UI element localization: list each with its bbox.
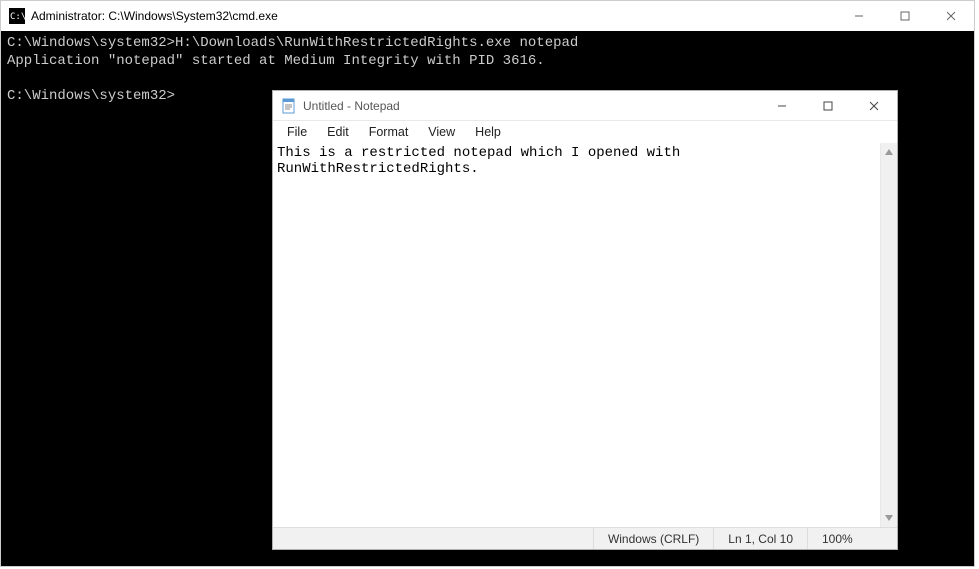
notepad-vertical-scrollbar[interactable] (880, 143, 897, 527)
scroll-up-icon[interactable] (885, 145, 893, 159)
menu-file[interactable]: File (277, 123, 317, 141)
cmd-window-title: Administrator: C:\Windows\System32\cmd.e… (31, 9, 836, 23)
notepad-menubar: File Edit Format View Help (273, 121, 897, 143)
notepad-statusbar: Windows (CRLF) Ln 1, Col 10 100% (273, 527, 897, 549)
notepad-window-title: Untitled - Notepad (303, 99, 759, 113)
notepad-minimize-button[interactable] (759, 91, 805, 120)
status-zoom: 100% (807, 528, 897, 549)
menu-format[interactable]: Format (359, 123, 419, 141)
cmd-close-button[interactable] (928, 1, 974, 31)
notepad-titlebar[interactable]: Untitled - Notepad (273, 91, 897, 121)
menu-view[interactable]: View (418, 123, 465, 141)
notepad-window: Untitled - Notepad File Edit Format View… (272, 90, 898, 550)
notepad-close-button[interactable] (851, 91, 897, 120)
cmd-titlebar[interactable]: C:\ Administrator: C:\Windows\System32\c… (1, 1, 974, 31)
notepad-editor-wrap: This is a restricted notepad which I ope… (273, 143, 897, 527)
status-encoding: Windows (CRLF) (593, 528, 713, 549)
cmd-icon: C:\ (9, 8, 25, 24)
svg-text:C:\: C:\ (10, 12, 25, 22)
cmd-minimize-button[interactable] (836, 1, 882, 31)
statusbar-spacer (273, 528, 593, 549)
cmd-output-line: Application "notepad" started at Medium … (7, 53, 545, 69)
cmd-output-line: C:\Windows\system32>H:\Downloads\RunWith… (7, 35, 578, 51)
cmd-prompt: C:\Windows\system32> (7, 88, 175, 104)
notepad-icon (281, 98, 297, 114)
menu-help[interactable]: Help (465, 123, 511, 141)
notepad-window-controls (759, 91, 897, 120)
cmd-maximize-button[interactable] (882, 1, 928, 31)
cmd-window-controls (836, 1, 974, 31)
notepad-maximize-button[interactable] (805, 91, 851, 120)
notepad-textarea[interactable]: This is a restricted notepad which I ope… (273, 143, 880, 527)
menu-edit[interactable]: Edit (317, 123, 359, 141)
status-cursor-position: Ln 1, Col 10 (713, 528, 807, 549)
scroll-down-icon[interactable] (885, 511, 893, 525)
